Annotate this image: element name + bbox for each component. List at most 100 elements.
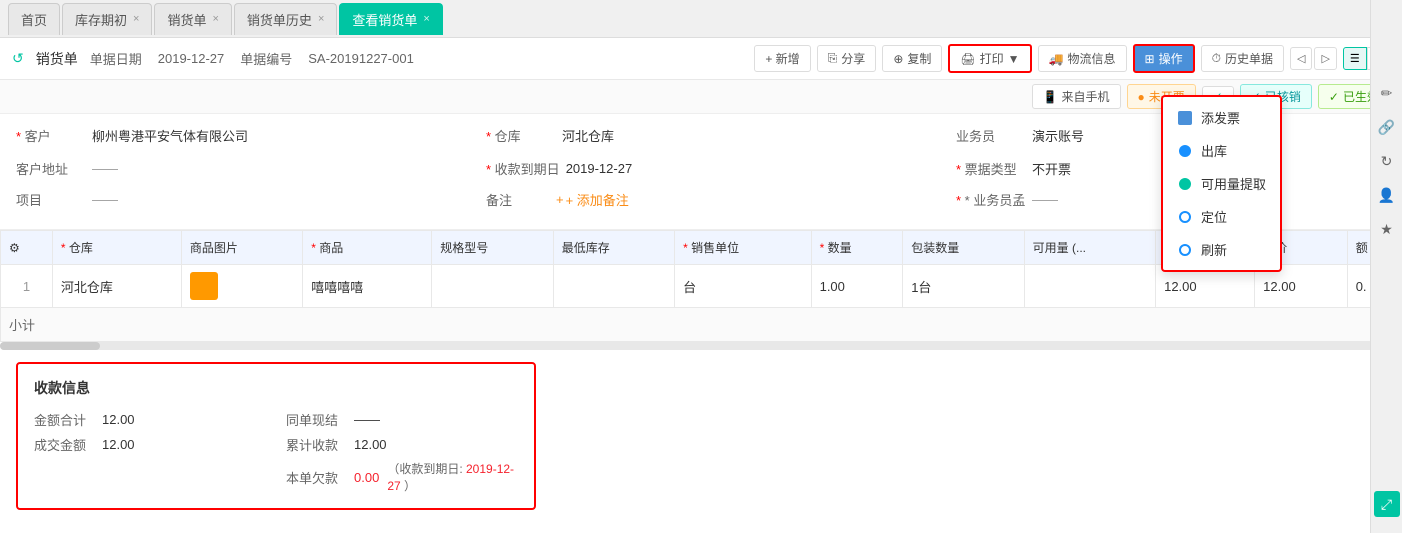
view-list-button[interactable]: ☰ <box>1343 47 1367 70</box>
subtotal-label: 小计 <box>1 308 1402 342</box>
tab-view-sales[interactable]: 查看销货单 × <box>339 3 442 35</box>
tab-sales-history-close[interactable]: × <box>318 13 324 25</box>
nav-arrows: ◁ ▷ <box>1290 47 1337 70</box>
cell-row-num: 1 <box>1 265 53 308</box>
warehouse-label: 仓库 <box>486 126 556 145</box>
refresh-menu-icon <box>1177 242 1193 258</box>
warehouse-value: 河北仓库 <box>556 124 620 147</box>
available-qty-icon <box>1177 176 1193 192</box>
tab-sales-history[interactable]: 销货单历史 × <box>234 3 337 35</box>
address-value: —— <box>86 159 124 178</box>
right-sidebar: ✏ 🔗 ↻ 👤 ★ ⤢ <box>1370 0 1402 533</box>
due-date-wrapper: （收款到期日: 2019-12-27 ） <box>387 460 518 494</box>
th-quantity: 数量 <box>811 231 903 265</box>
add-note-button[interactable]: + + 添加备注 <box>556 190 629 209</box>
copy-button[interactable]: ⊕ 复制 <box>882 45 942 72</box>
operations-dropdown: 添发票 出库 可用量提取 定位 刷新 <box>1161 95 1282 272</box>
operations-button[interactable]: ⊞ 操作 <box>1133 44 1195 73</box>
next-button[interactable]: ▷ <box>1314 47 1336 70</box>
share-button[interactable]: ⎘ 分享 <box>817 45 877 72</box>
scrollbar-thumb[interactable] <box>0 342 100 350</box>
sidebar-star-button[interactable]: ★ <box>1374 216 1400 242</box>
cell-warehouse: 河北仓库 <box>52 265 181 308</box>
new-button[interactable]: + 新增 <box>754 45 810 72</box>
operations-grid-icon: ⊞ <box>1145 52 1155 66</box>
sidebar-refresh-button[interactable]: ↻ <box>1374 148 1400 174</box>
cell-min-stock <box>553 265 674 308</box>
dropdown-available-qty[interactable]: 可用量提取 <box>1163 167 1280 200</box>
tab-home-label: 首页 <box>21 10 47 29</box>
logistics-button[interactable]: 🚚 物流信息 <box>1038 45 1127 72</box>
doc-number-label: 单据编号 <box>240 49 292 68</box>
cell-quantity: 1.00 <box>811 265 903 308</box>
tab-inventory-init[interactable]: 库存期初 × <box>62 3 152 35</box>
doc-title: 销货单 <box>36 49 78 69</box>
from-mobile-button[interactable]: 📱 来自手机 <box>1032 84 1121 109</box>
th-min-stock: 最低库存 <box>553 231 674 265</box>
toolbar: ↺ 销货单 单据日期 2019-12-27 单据编号 SA-20191227-0… <box>0 38 1402 80</box>
tab-home[interactable]: 首页 <box>8 3 60 35</box>
history-button[interactable]: ⏱ 历史单据 <box>1201 45 1284 72</box>
payment-same-order-row: 同单现结 —— <box>286 410 518 429</box>
operator-value: 演示账号 <box>1026 124 1090 147</box>
square-icon <box>1178 111 1192 125</box>
table-scrollbar[interactable] <box>0 342 1402 350</box>
copy-label: 复制 <box>907 50 931 67</box>
payment-date-field: 收款到期日 2019-12-27 <box>486 159 916 178</box>
tab-sales-order-label: 销货单 <box>167 10 206 29</box>
toolbar-right: + 新增 ⎘ 分享 ⊕ 复制 🖨 打印 ▼ 🚚 物流信息 ⊞ 操作 <box>754 44 1390 73</box>
ticket-type-label: 票据类型 <box>956 159 1026 178</box>
copy-icon: ⊕ <box>893 52 903 66</box>
locate-icon <box>1177 209 1193 225</box>
due-label: 本单欠款 <box>286 468 346 487</box>
sidebar-link-button[interactable]: 🔗 <box>1374 114 1400 140</box>
payment-cumulative-row: 累计收款 12.00 <box>286 435 518 454</box>
customer-field: 客户 柳州粤港平安气体有限公司 <box>16 124 446 147</box>
doc-icon: ↺ <box>12 50 24 67</box>
payment-title: 收款信息 <box>34 378 518 398</box>
sidebar-person-icon: 👤 <box>1378 187 1395 204</box>
project-label: 项目 <box>16 190 86 209</box>
same-order-value: —— <box>354 412 380 427</box>
th-warehouse: 仓库 <box>52 231 181 265</box>
prev-button[interactable]: ◁ <box>1290 47 1312 70</box>
sidebar-star-icon: ★ <box>1380 221 1393 238</box>
tab-sales-order-close[interactable]: × <box>212 13 218 25</box>
customer-value: 柳州粤港平安气体有限公司 <box>86 124 254 147</box>
notes-label: 备注 <box>486 190 556 209</box>
tab-view-sales-close[interactable]: × <box>423 13 429 25</box>
tab-view-sales-label: 查看销货单 <box>352 10 417 29</box>
doc-date-label: 单据日期 <box>90 49 142 68</box>
dropdown-refresh[interactable]: 刷新 <box>1163 233 1280 266</box>
sidebar-edit-button[interactable]: ✏ <box>1374 80 1400 106</box>
payment-total-label: 金额合计 <box>34 410 94 429</box>
sidebar-expand-button[interactable]: ⤢ <box>1374 491 1400 517</box>
dropdown-out-warehouse[interactable]: 出库 <box>1163 134 1280 167</box>
tab-inventory-init-close[interactable]: × <box>133 13 139 25</box>
product-image <box>190 272 218 300</box>
payment-grid: 金额合计 12.00 同单现结 —— 成交金额 12.00 累计收款 12.00… <box>34 410 518 494</box>
circle-outline-refresh-icon <box>1179 244 1191 256</box>
operator-label: 业务员 <box>956 126 1026 145</box>
blue-circle-icon <box>1179 145 1191 157</box>
salesperson-value: —— <box>1026 190 1064 209</box>
doc-number-value: SA-20191227-001 <box>308 49 414 68</box>
dropdown-add-invoice[interactable]: 添发票 <box>1163 101 1280 134</box>
share-label: 分享 <box>841 50 865 67</box>
print-button[interactable]: 🖨 打印 ▼ <box>948 44 1031 73</box>
payment-transaction-row: 成交金额 12.00 <box>34 435 266 454</box>
tab-sales-history-label: 销货单历史 <box>247 10 312 29</box>
dropdown-locate[interactable]: 定位 <box>1163 200 1280 233</box>
address-label: 客户地址 <box>16 159 86 178</box>
tab-sales-order[interactable]: 销货单 × <box>154 3 231 35</box>
share-icon: ⎘ <box>828 51 838 66</box>
warehouse-field: 仓库 河北仓库 <box>486 124 916 147</box>
from-mobile-label: 来自手机 <box>1062 88 1110 105</box>
print-label: 打印 <box>980 50 1004 67</box>
sidebar-person-button[interactable]: 👤 <box>1374 182 1400 208</box>
transaction-value: 12.00 <box>102 437 135 452</box>
th-settings: ⚙ <box>1 231 53 265</box>
customer-label: 客户 <box>16 126 86 145</box>
not-opened-icon: ● <box>1138 90 1145 104</box>
payment-total-value: 12.00 <box>102 412 135 427</box>
